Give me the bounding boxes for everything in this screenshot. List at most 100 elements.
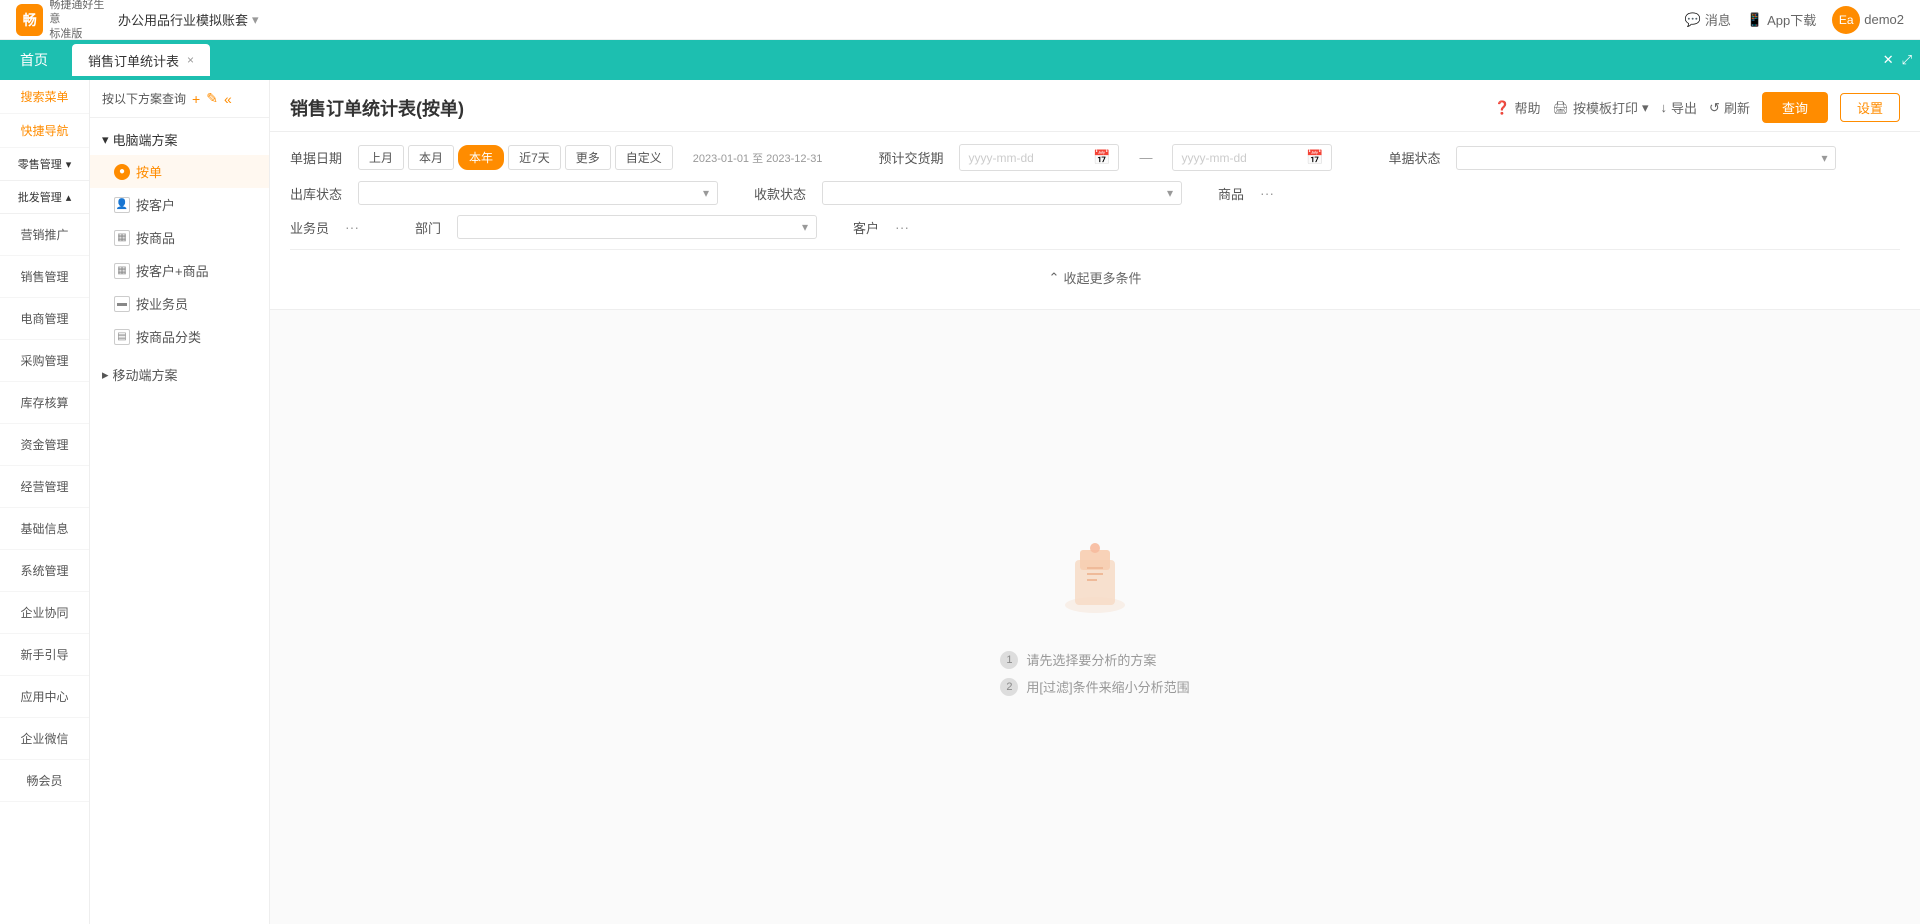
brand: 畅 畅捷通好生意 标准版 bbox=[16, 0, 106, 41]
by-category-icon: ▤ bbox=[114, 329, 130, 345]
print-icon: 🖨 bbox=[1552, 100, 1569, 116]
payment-select[interactable]: ▾ bbox=[822, 181, 1182, 205]
sidebar-item-member[interactable]: 畅会员 bbox=[0, 760, 89, 802]
tab-close-icon[interactable]: × bbox=[187, 53, 194, 67]
salesman-more-icon[interactable]: ··· bbox=[345, 219, 359, 235]
by-goods-label: 按商品 bbox=[136, 228, 175, 247]
user-name: demo2 bbox=[1864, 12, 1904, 27]
date-btn-this-year[interactable]: 本年 bbox=[458, 145, 504, 170]
status-label: 单据状态 bbox=[1388, 148, 1440, 167]
date-btn-more[interactable]: 更多 bbox=[565, 145, 611, 170]
collapse-button[interactable]: ⌃ 收起更多条件 bbox=[1049, 268, 1142, 287]
scheme-item-by-category[interactable]: ▤ 按商品分类 bbox=[90, 320, 269, 353]
pc-section-label: 电脑端方案 bbox=[113, 130, 178, 149]
app-download-action[interactable]: 📱 App下载 bbox=[1747, 10, 1816, 29]
user-action[interactable]: Ea demo2 bbox=[1832, 6, 1904, 34]
date-btn-last-month[interactable]: 上月 bbox=[358, 145, 404, 170]
customer-more-icon[interactable]: ··· bbox=[895, 219, 909, 235]
sidebar-item-app-center[interactable]: 应用中心 bbox=[0, 676, 89, 718]
step-1-text: 请先选择要分析的方案 bbox=[1026, 650, 1156, 669]
message-action[interactable]: 💬 消息 bbox=[1685, 10, 1731, 29]
sidebar-item-marketing[interactable]: 营销推广 bbox=[0, 214, 89, 256]
collapse-icon: ⌃ bbox=[1049, 270, 1060, 286]
setting-button[interactable]: 设置 bbox=[1840, 93, 1900, 122]
sidebar-item-ecommerce[interactable]: 电商管理 bbox=[0, 298, 89, 340]
brand-name: 畅捷通好生意 标准版 bbox=[49, 0, 106, 41]
scheme-panel: 按以下方案查询 + ✎ « ▾ 电脑端方案 ● 按单 👤 按客户 bbox=[90, 80, 270, 924]
date-label: 单据日期 bbox=[290, 148, 342, 167]
sidebar-item-basic[interactable]: 基础信息 bbox=[0, 508, 89, 550]
scheme-item-by-customer[interactable]: 👤 按客户 bbox=[90, 188, 269, 221]
top-bar-actions: 💬 消息 📱 App下载 Ea demo2 bbox=[1685, 6, 1904, 34]
calendar-icon-1[interactable]: 📅 bbox=[1093, 149, 1110, 166]
sidebar-item-newbie[interactable]: 新手引导 bbox=[0, 634, 89, 676]
scheme-panel-header: 按以下方案查询 + ✎ « bbox=[90, 80, 269, 118]
scheme-add-icon[interactable]: + bbox=[192, 91, 200, 107]
sidebar-item-retail[interactable]: 零售管理 ▾ bbox=[0, 148, 89, 181]
window-close-icon[interactable]: ✕ bbox=[1883, 52, 1894, 68]
date-btn-last7[interactable]: 近7天 bbox=[508, 145, 561, 170]
by-cg-label: 按客户+商品 bbox=[136, 261, 209, 280]
scheme-item-by-salesman[interactable]: ▬ 按业务员 bbox=[90, 287, 269, 320]
scheme-item-by-order[interactable]: ● 按单 bbox=[90, 155, 269, 188]
expected-date-from[interactable]: yyyy-mm-dd 📅 bbox=[959, 144, 1119, 171]
brand-icon: 畅 bbox=[16, 4, 43, 36]
calendar-icon-2[interactable]: 📅 bbox=[1306, 149, 1323, 166]
step-1-num: 1 bbox=[1000, 651, 1018, 669]
tab-bar-actions: ✕ ⤢ bbox=[1883, 52, 1920, 68]
step-2-num: 2 bbox=[1000, 678, 1018, 696]
page-actions: ❓ 帮助 🖨 按模板打印 ▾ ↓ 导出 ↺ 刷新 bbox=[1494, 92, 1900, 123]
dept-dropdown-icon: ▾ bbox=[802, 220, 808, 234]
message-label: 消息 bbox=[1705, 10, 1731, 29]
chevron-down-icon: ▾ bbox=[1821, 151, 1827, 165]
scheme-collapse-icon[interactable]: « bbox=[224, 91, 232, 107]
template-print-action[interactable]: 🖨 按模板打印 ▾ bbox=[1552, 98, 1648, 117]
phone-icon: 📱 bbox=[1747, 12, 1763, 28]
tab-sales-order[interactable]: 销售订单统计表 × bbox=[72, 44, 210, 76]
sidebar-item-inventory[interactable]: 库存核算 bbox=[0, 382, 89, 424]
expected-date-to[interactable]: yyyy-mm-dd 📅 bbox=[1172, 144, 1332, 171]
query-button[interactable]: 查询 bbox=[1762, 92, 1828, 123]
app-title[interactable]: 办公用品行业模拟账套 ▾ bbox=[106, 10, 1685, 29]
sidebar-item-enterprise[interactable]: 企业协同 bbox=[0, 592, 89, 634]
sidebar-item-wholesale[interactable]: 批发管理 ▴ bbox=[0, 181, 89, 214]
sidebar-quick-nav[interactable]: 快捷导航 bbox=[0, 114, 89, 148]
scheme-edit-icon[interactable]: ✎ bbox=[206, 90, 218, 107]
sidebar-item-finance[interactable]: 资金管理 bbox=[0, 424, 89, 466]
sidebar-item-purchase[interactable]: 采购管理 bbox=[0, 340, 89, 382]
scheme-item-by-goods[interactable]: ▦ 按商品 bbox=[90, 221, 269, 254]
dept-label: 部门 bbox=[415, 218, 441, 237]
sidebar-item-operation[interactable]: 经营管理 bbox=[0, 466, 89, 508]
pc-section-title[interactable]: ▾ 电脑端方案 bbox=[90, 124, 269, 155]
by-order-icon: ● bbox=[114, 164, 130, 180]
empty-step-2: 2 用[过滤]条件来缩小分析范围 bbox=[1000, 677, 1189, 696]
date-btn-this-month[interactable]: 本月 bbox=[408, 145, 454, 170]
empty-steps-list: 1 请先选择要分析的方案 2 用[过滤]条件来缩小分析范围 bbox=[1000, 650, 1189, 704]
sidebar-search[interactable]: 搜索菜单 bbox=[0, 80, 89, 114]
dropdown-icon[interactable]: ▾ bbox=[252, 12, 259, 28]
tab-home[interactable]: 首页 bbox=[0, 40, 68, 80]
mobile-section-title[interactable]: ▸ 移动端方案 bbox=[90, 359, 269, 390]
by-salesman-icon: ▬ bbox=[114, 296, 130, 312]
delivery-select[interactable]: ▾ bbox=[358, 181, 718, 205]
window-expand-icon[interactable]: ⤢ bbox=[1902, 52, 1912, 68]
refresh-icon: ↺ bbox=[1709, 100, 1720, 116]
help-action[interactable]: ❓ 帮助 bbox=[1494, 98, 1540, 117]
top-bar: 畅 畅捷通好生意 标准版 办公用品行业模拟账套 ▾ 💬 消息 📱 App下载 E… bbox=[0, 0, 1920, 40]
sidebar-item-sales[interactable]: 销售管理 bbox=[0, 256, 89, 298]
message-icon: 💬 bbox=[1685, 12, 1701, 28]
scheme-item-by-customer-goods[interactable]: ▦ 按客户+商品 bbox=[90, 254, 269, 287]
refresh-action[interactable]: ↺ 刷新 bbox=[1709, 98, 1750, 117]
filter-row-3: 业务员 ··· 部门 ▾ 客户 ··· bbox=[290, 215, 1900, 239]
date-btn-custom[interactable]: 自定义 bbox=[615, 145, 673, 170]
sidebar-item-system[interactable]: 系统管理 bbox=[0, 550, 89, 592]
scheme-panel-title: 按以下方案查询 bbox=[102, 90, 186, 107]
export-action[interactable]: ↓ 导出 bbox=[1661, 98, 1698, 117]
main-content: 销售订单统计表(按单) ❓ 帮助 🖨 按模板打印 ▾ ↓ 导出 bbox=[270, 80, 1920, 924]
chevron-up-icon: ▴ bbox=[66, 191, 72, 204]
status-select[interactable]: ▾ bbox=[1456, 146, 1836, 170]
dept-select[interactable]: ▾ bbox=[457, 215, 817, 239]
sidebar-item-wechat[interactable]: 企业微信 bbox=[0, 718, 89, 760]
mobile-section-arrow: ▸ bbox=[102, 367, 109, 383]
goods-more-icon[interactable]: ··· bbox=[1260, 185, 1274, 201]
